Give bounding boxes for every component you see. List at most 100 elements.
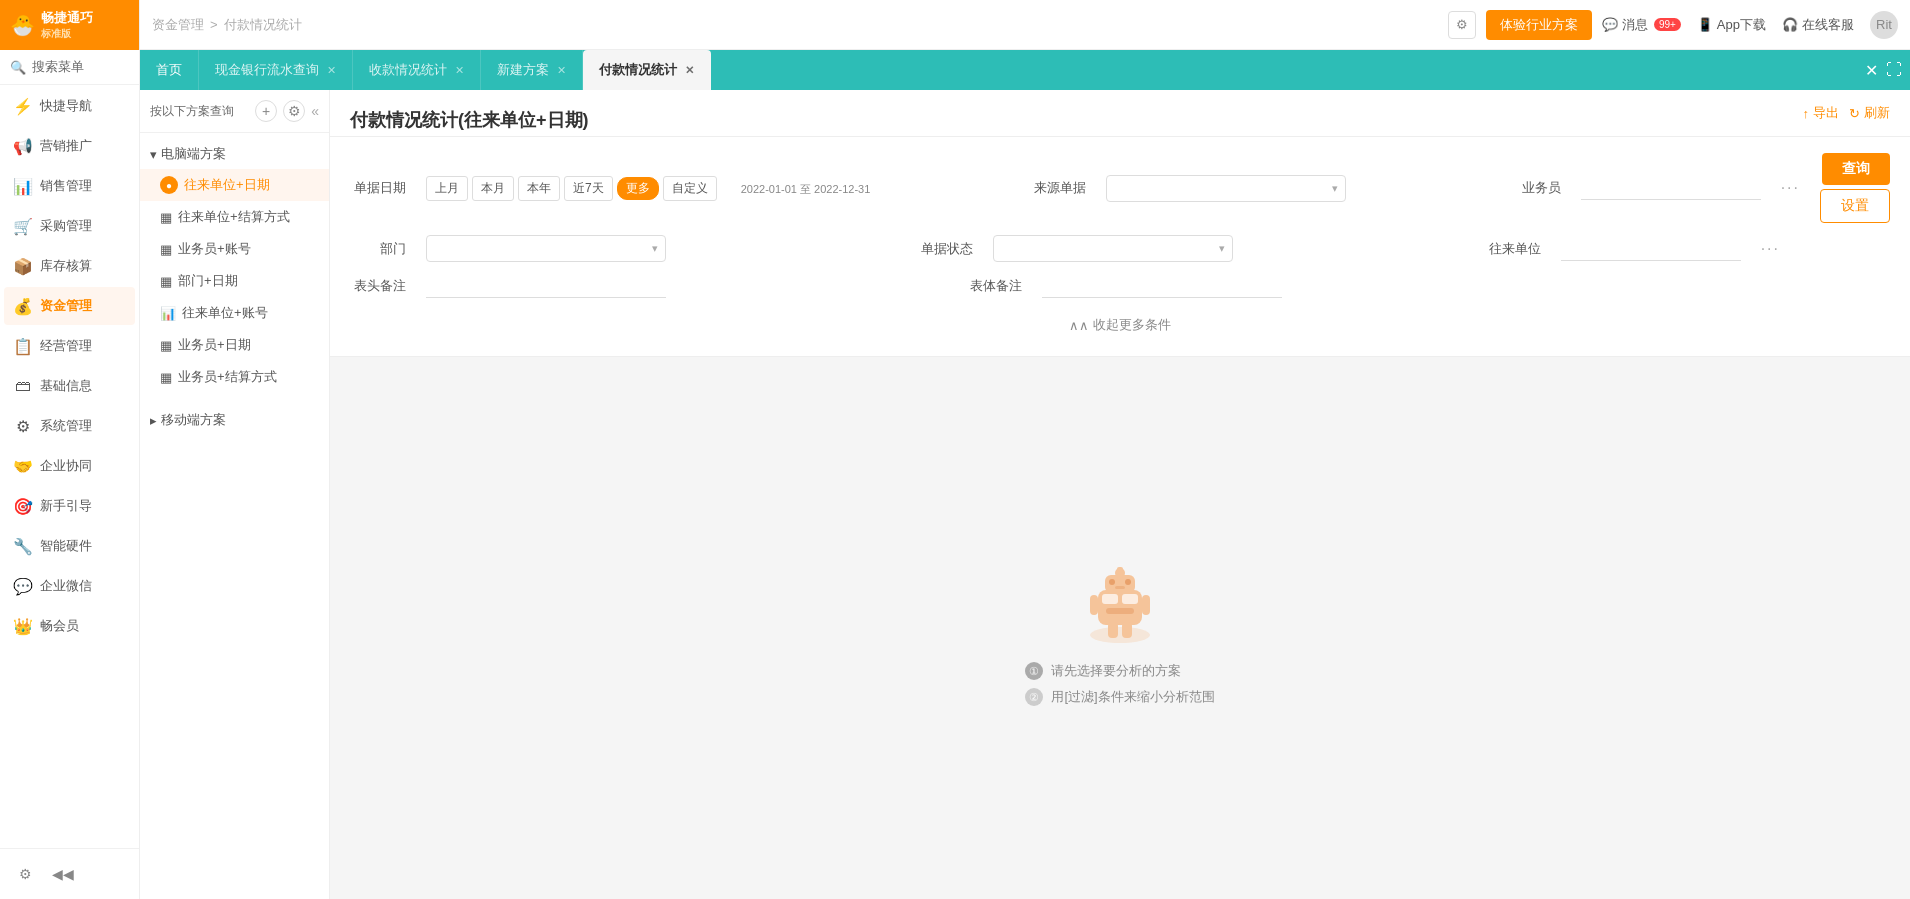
sidebar-icon-basic-info: 🗃 (14, 377, 32, 395)
scheme-icon-staff-payment: ▦ (160, 370, 172, 385)
custom-btn[interactable]: 自定义 (663, 176, 717, 201)
tab-new-scheme[interactable]: 新建方案 ✕ (481, 50, 583, 90)
empty-tip-1: ① 请先选择要分析的方案 (1025, 662, 1214, 680)
sidebar-icon-quick-nav: ⚡ (14, 97, 32, 115)
service-label: 在线客服 (1802, 16, 1854, 34)
sidebar-label-marketing: 营销推广 (40, 137, 92, 155)
tab-payment-stats-close[interactable]: ✕ (685, 64, 694, 77)
message-icon: 💬 (1602, 17, 1618, 32)
desktop-group-title[interactable]: ▾ 电脑端方案 (140, 139, 329, 169)
sidebar-search[interactable]: 🔍 搜索菜单 (0, 50, 139, 85)
svg-rect-10 (1142, 595, 1150, 615)
sidebar-items: ⚡ 快捷导航 📢 营销推广 📊 销售管理 🛒 采购管理 📦 库存核算 💰 资金管… (0, 85, 139, 647)
trial-btn[interactable]: 体验行业方案 (1486, 10, 1592, 40)
svg-rect-8 (1115, 586, 1125, 589)
sidebar-item-hardware[interactable]: 🔧 智能硬件 (4, 527, 135, 565)
scheme-item-staff-payment[interactable]: ▦ 业务员+结算方式 (140, 361, 329, 393)
sidebar: 🐣 畅捷通巧 标准版 🔍 搜索菜单 ⚡ 快捷导航 📢 营销推广 📊 销售管理 🛒… (0, 0, 140, 899)
vendor-dots-btn[interactable]: ··· (1761, 240, 1780, 258)
mobile-group-title[interactable]: ▸ 移动端方案 (140, 405, 329, 435)
tab-home[interactable]: 首页 (140, 50, 199, 90)
sidebar-item-operations[interactable]: 📋 经营管理 (4, 327, 135, 365)
sidebar-icon-finance: 💰 (14, 297, 32, 315)
tip-num-2: ② (1025, 688, 1043, 706)
scheme-item-label-dept-date: 部门+日期 (178, 272, 238, 290)
tab-collection-stats[interactable]: 收款情况统计 ✕ (353, 50, 481, 90)
sidebar-label-operations: 经营管理 (40, 337, 92, 355)
header-note-input[interactable] (426, 274, 666, 298)
add-scheme-btn[interactable]: + (255, 100, 277, 122)
sidebar-item-weixin[interactable]: 💬 企业微信 (4, 567, 135, 605)
scheme-settings-btn[interactable]: ⚙ (283, 100, 305, 122)
scheme-item-label-vendor-date: 往来单位+日期 (184, 176, 270, 194)
sidebar-item-inventory[interactable]: 📦 库存核算 (4, 247, 135, 285)
scheme-header-title: 按以下方案查询 (150, 103, 249, 120)
sidebar-label-quick-nav: 快捷导航 (40, 97, 92, 115)
sidebar-item-sales[interactable]: 📊 销售管理 (4, 167, 135, 205)
scheme-collapse-btn[interactable]: « (311, 103, 319, 119)
close-window-btn[interactable]: ✕ (1865, 61, 1878, 80)
content-area: 按以下方案查询 + ⚙ « ▾ 电脑端方案 ● 往来单位+日期 ▦ 往来单位+结… (140, 90, 1910, 899)
refresh-btn[interactable]: ↻ 刷新 (1849, 104, 1890, 122)
sidebar-item-basic-info[interactable]: 🗃 基础信息 (4, 367, 135, 405)
dept-select[interactable] (426, 235, 666, 262)
maximize-btn[interactable]: ⛶ (1886, 61, 1902, 79)
staff-input[interactable] (1581, 176, 1761, 200)
scheme-item-dept-date[interactable]: ▦ 部门+日期 (140, 265, 329, 297)
topbar-settings-btn[interactable]: ⚙ (1448, 11, 1476, 39)
this-year-btn[interactable]: 本年 (518, 176, 560, 201)
service-btn[interactable]: 🎧 在线客服 (1782, 16, 1854, 34)
collapse-filter-btn[interactable]: ∧∧ 收起更多条件 (1053, 310, 1187, 340)
avatar[interactable]: Rit (1870, 11, 1898, 39)
sidebar-icon-operations: 📋 (14, 337, 32, 355)
tab-payment-stats[interactable]: 付款情况统计 ✕ (583, 50, 711, 90)
empty-tips: ① 请先选择要分析的方案 ② 用[过滤]条件来缩小分析范围 (1025, 662, 1214, 706)
bill-status-select[interactable] (993, 235, 1233, 262)
scheme-item-staff-account[interactable]: ▦ 业务员+账号 (140, 233, 329, 265)
scheme-item-vendor-date[interactable]: ● 往来单位+日期 (140, 169, 329, 201)
filter-row-1: 单据日期 上月 本月 本年 近7天 更多 自定义 2022-01-01 至 20… (350, 153, 1890, 223)
last-7-days-btn[interactable]: 近7天 (564, 176, 613, 201)
scheme-item-vendor-payment[interactable]: ▦ 往来单位+结算方式 (140, 201, 329, 233)
sidebar-label-inventory: 库存核算 (40, 257, 92, 275)
search-label: 搜索菜单 (32, 58, 84, 76)
sidebar-item-enterprise[interactable]: 🤝 企业协同 (4, 447, 135, 485)
sidebar-item-purchase[interactable]: 🛒 采购管理 (4, 207, 135, 245)
source-select[interactable] (1106, 175, 1346, 202)
export-btn[interactable]: ↑ 导出 (1803, 104, 1840, 122)
filter-settings-btn[interactable]: 设置 (1820, 189, 1890, 223)
sidebar-collapse-btn[interactable]: ◀◀ (48, 859, 78, 889)
query-btn[interactable]: 查询 (1822, 153, 1890, 185)
last-month-btn[interactable]: 上月 (426, 176, 468, 201)
sidebar-item-finance[interactable]: 💰 资金管理 (4, 287, 135, 325)
vendor-input[interactable] (1561, 237, 1741, 261)
tab-payment-stats-label: 付款情况统计 (599, 61, 677, 79)
search-icon: 🔍 (10, 60, 26, 75)
app-download-btn[interactable]: 📱 App下载 (1697, 16, 1766, 34)
tab-cash-flow-close[interactable]: ✕ (327, 64, 336, 77)
scheme-item-vendor-account[interactable]: 📊 往来单位+账号 (140, 297, 329, 329)
sidebar-item-vip[interactable]: 👑 畅会员 (4, 607, 135, 645)
sidebar-item-system[interactable]: ⚙ 系统管理 (4, 407, 135, 445)
sidebar-icon-marketing: 📢 (14, 137, 32, 155)
sidebar-item-marketing[interactable]: 📢 营销推广 (4, 127, 135, 165)
staff-dots-btn[interactable]: ··· (1781, 179, 1800, 197)
scheme-icon-vendor-account: 📊 (160, 306, 176, 321)
scheme-item-staff-date[interactable]: ▦ 业务员+日期 (140, 329, 329, 361)
empty-state: ① 请先选择要分析的方案 ② 用[过滤]条件来缩小分析范围 (330, 357, 1910, 899)
body-note-input[interactable] (1042, 274, 1282, 298)
sidebar-label-enterprise: 企业协同 (40, 457, 92, 475)
tab-cash-flow[interactable]: 现金银行流水查询 ✕ (199, 50, 353, 90)
tab-collection-stats-close[interactable]: ✕ (455, 64, 464, 77)
refresh-label: 刷新 (1864, 104, 1890, 122)
this-month-btn[interactable]: 本月 (472, 176, 514, 201)
more-btn[interactable]: 更多 (617, 177, 659, 200)
mobile-group-label: 移动端方案 (161, 411, 226, 429)
sidebar-item-quick-nav[interactable]: ⚡ 快捷导航 (4, 87, 135, 125)
tab-new-scheme-close[interactable]: ✕ (557, 64, 566, 77)
svg-rect-2 (1102, 594, 1118, 604)
sidebar-settings-btn[interactable]: ⚙ (10, 859, 40, 889)
main-area: 资金管理 > 付款情况统计 ⚙ 体验行业方案 💬 消息 99+ 📱 App下载 … (140, 0, 1910, 899)
message-btn[interactable]: 💬 消息 99+ (1602, 16, 1681, 34)
sidebar-item-guide[interactable]: 🎯 新手引导 (4, 487, 135, 525)
